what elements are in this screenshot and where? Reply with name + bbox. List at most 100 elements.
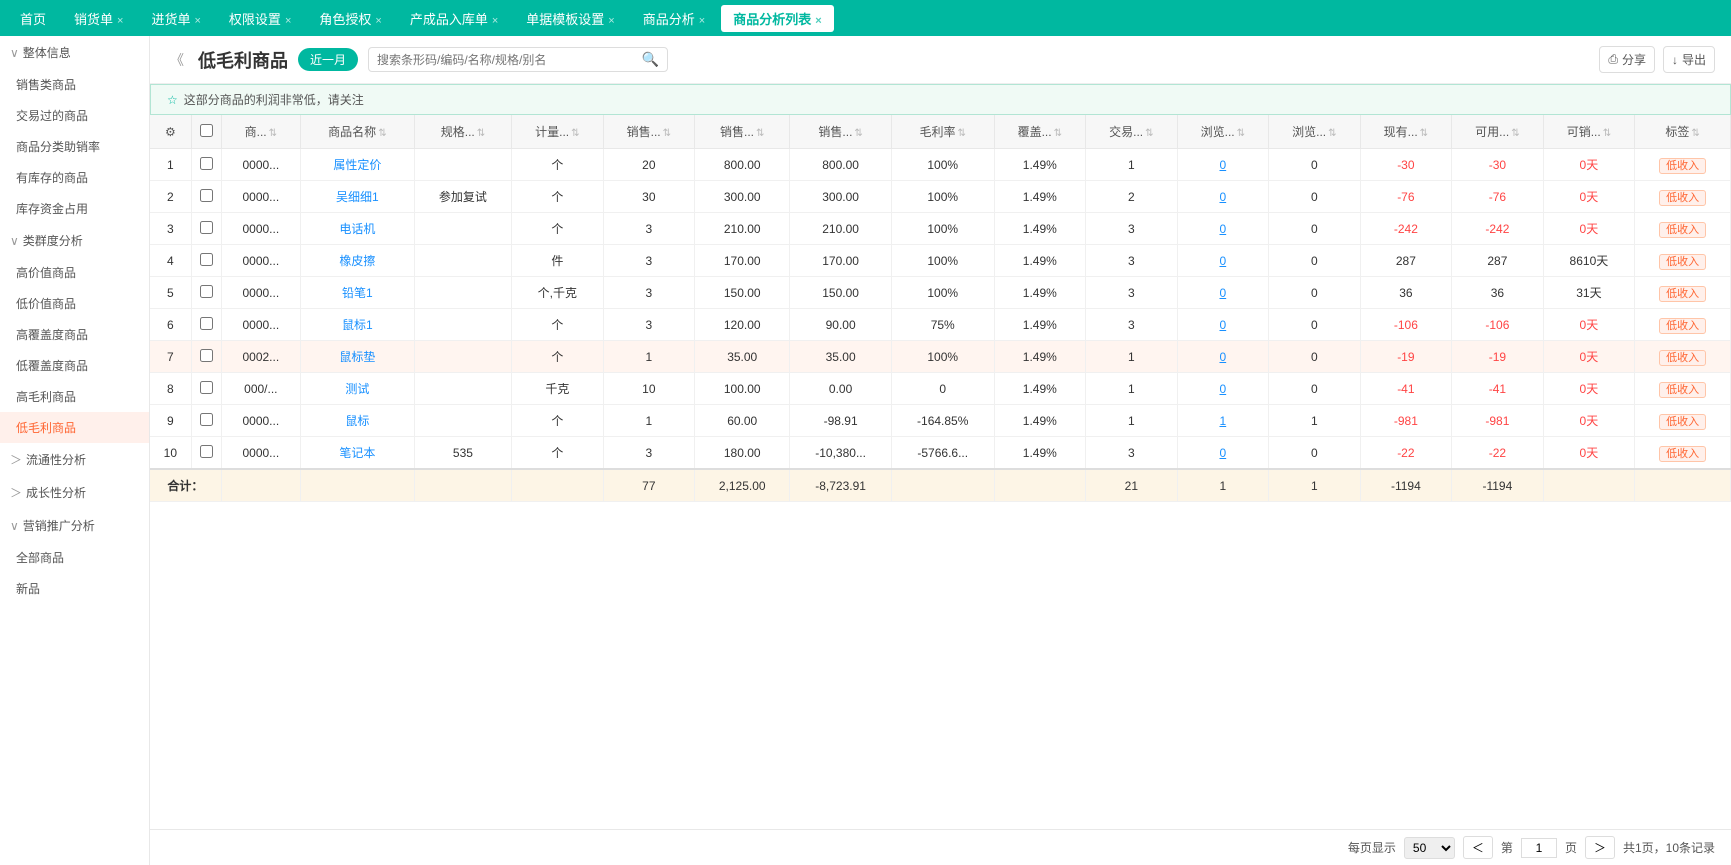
row-view1[interactable]: 0 [1177, 277, 1269, 309]
col-transaction[interactable]: 交易...⇅ [1086, 115, 1178, 149]
row-name[interactable]: 鼠标1 [300, 309, 414, 341]
sidebar-item-low-coverage[interactable]: 低覆盖度商品 [0, 350, 149, 381]
row-view1[interactable]: 0 [1177, 245, 1269, 277]
row-select-checkbox[interactable] [200, 253, 213, 266]
row-select-checkbox[interactable] [200, 445, 213, 458]
col-coverage[interactable]: 覆盖...⇅ [994, 115, 1086, 149]
sidebar-group-marketing[interactable]: ∨ 营销推广分析 [0, 509, 149, 542]
col-saleable[interactable]: 可销...⇅ [1543, 115, 1635, 149]
collapse-sidebar-button[interactable]: 《 [166, 50, 188, 70]
col-settings[interactable]: ⚙ [150, 115, 191, 149]
row-checkbox[interactable] [191, 181, 221, 213]
close-icon[interactable]: × [375, 15, 381, 27]
row-select-checkbox[interactable] [200, 157, 213, 170]
col-sales-amount[interactable]: 销售...⇅ [790, 115, 892, 149]
per-page-select[interactable]: 50 100 [1404, 837, 1455, 859]
col-sales-price[interactable]: 销售...⇅ [695, 115, 790, 149]
nav-product-entry[interactable]: 产成品入库单× [398, 5, 510, 32]
row-view1[interactable]: 0 [1177, 213, 1269, 245]
row-view1[interactable]: 0 [1177, 373, 1269, 405]
sidebar-group-growth[interactable]: ＞ 成长性分析 [0, 476, 149, 509]
close-icon[interactable]: × [815, 15, 821, 27]
col-current-stock[interactable]: 现有...⇅ [1360, 115, 1452, 149]
share-button[interactable]: ⎙ 分享 [1599, 46, 1655, 73]
col-unit[interactable]: 计量...⇅ [512, 115, 604, 149]
next-page-button[interactable]: ＞ [1585, 836, 1615, 859]
row-select-checkbox[interactable] [200, 317, 213, 330]
row-view1[interactable]: 0 [1177, 181, 1269, 213]
export-button[interactable]: ↓ 导出 [1663, 46, 1715, 73]
close-icon[interactable]: × [194, 15, 200, 27]
select-all-checkbox[interactable] [200, 124, 213, 137]
row-name[interactable]: 电话机 [300, 213, 414, 245]
col-select-all[interactable] [191, 115, 221, 149]
row-checkbox[interactable] [191, 405, 221, 437]
sidebar-item-category-sales-rate[interactable]: 商品分类助销率 [0, 131, 149, 162]
sidebar-item-new-products[interactable]: 新品 [0, 573, 149, 604]
nav-role-auth[interactable]: 角色授权× [307, 5, 393, 32]
row-select-checkbox[interactable] [200, 349, 213, 362]
nav-permission-settings[interactable]: 权限设置× [217, 5, 303, 32]
row-name[interactable]: 笔记本 [300, 437, 414, 470]
nav-product-analysis[interactable]: 商品分析× [631, 5, 717, 32]
row-checkbox[interactable] [191, 213, 221, 245]
row-select-checkbox[interactable] [200, 285, 213, 298]
prev-page-button[interactable]: ＜ [1463, 836, 1493, 859]
row-view1[interactable]: 0 [1177, 437, 1269, 470]
row-view1[interactable]: 0 [1177, 341, 1269, 373]
row-view1[interactable]: 0 [1177, 149, 1269, 181]
col-sales-qty[interactable]: 销售...⇅ [603, 115, 695, 149]
row-checkbox[interactable] [191, 373, 221, 405]
sidebar-item-traded-products[interactable]: 交易过的商品 [0, 100, 149, 131]
row-checkbox[interactable] [191, 149, 221, 181]
row-name[interactable]: 测试 [300, 373, 414, 405]
nav-sales-order[interactable]: 销货单× [62, 5, 135, 32]
date-filter-button[interactable]: 近一月 [298, 48, 358, 71]
col-available[interactable]: 可用...⇅ [1452, 115, 1544, 149]
col-view2[interactable]: 浏览...⇅ [1269, 115, 1361, 149]
sidebar-item-high-coverage[interactable]: 高覆盖度商品 [0, 319, 149, 350]
sidebar-item-sales-products[interactable]: 销售类商品 [0, 69, 149, 100]
row-name[interactable]: 铅笔1 [300, 277, 414, 309]
row-checkbox[interactable] [191, 341, 221, 373]
row-name[interactable]: 鼠标垫 [300, 341, 414, 373]
search-input[interactable] [377, 53, 642, 67]
close-icon[interactable]: × [608, 15, 614, 27]
row-select-checkbox[interactable] [200, 221, 213, 234]
row-select-checkbox[interactable] [200, 189, 213, 202]
row-name[interactable]: 鼠标 [300, 405, 414, 437]
nav-template-settings[interactable]: 单据模板设置× [514, 5, 626, 32]
row-select-checkbox[interactable] [200, 381, 213, 394]
col-gross-margin[interactable]: 毛利率⇅ [891, 115, 994, 149]
col-spec[interactable]: 规格...⇅ [414, 115, 511, 149]
row-checkbox[interactable] [191, 309, 221, 341]
close-icon[interactable]: × [117, 15, 123, 27]
row-view1[interactable]: 0 [1177, 309, 1269, 341]
close-icon[interactable]: × [699, 15, 705, 27]
sidebar-group-cluster[interactable]: ∨ 类群度分析 [0, 224, 149, 257]
row-checkbox[interactable] [191, 277, 221, 309]
row-name[interactable]: 橡皮擦 [300, 245, 414, 277]
sidebar-item-low-value[interactable]: 低价值商品 [0, 288, 149, 319]
nav-home[interactable]: 首页 [8, 5, 58, 32]
search-icon[interactable]: 🔍 [642, 51, 659, 68]
close-icon[interactable]: × [285, 15, 291, 27]
sidebar-group-overall[interactable]: ∨ 整体信息 [0, 36, 149, 69]
sidebar-item-high-margin[interactable]: 高毛利商品 [0, 381, 149, 412]
sidebar-item-all-products[interactable]: 全部商品 [0, 542, 149, 573]
sidebar-group-flow[interactable]: ＞ 流通性分析 [0, 443, 149, 476]
row-checkbox[interactable] [191, 437, 221, 470]
sidebar-item-high-value[interactable]: 高价值商品 [0, 257, 149, 288]
col-code[interactable]: 商...⇅ [221, 115, 300, 149]
row-name[interactable]: 属性定价 [300, 149, 414, 181]
sidebar-item-stock-capital[interactable]: 库存资金占用 [0, 193, 149, 224]
col-name[interactable]: 商品名称⇅ [300, 115, 414, 149]
row-checkbox[interactable] [191, 245, 221, 277]
page-number-input[interactable] [1521, 838, 1557, 858]
row-view1[interactable]: 1 [1177, 405, 1269, 437]
col-tag[interactable]: 标签⇅ [1635, 115, 1731, 149]
sidebar-item-low-margin[interactable]: 低毛利商品 [0, 412, 149, 443]
row-name[interactable]: 吴细细1 [300, 181, 414, 213]
sidebar-item-stocked-products[interactable]: 有库存的商品 [0, 162, 149, 193]
nav-product-analysis-list[interactable]: 商品分析列表× [721, 5, 833, 32]
